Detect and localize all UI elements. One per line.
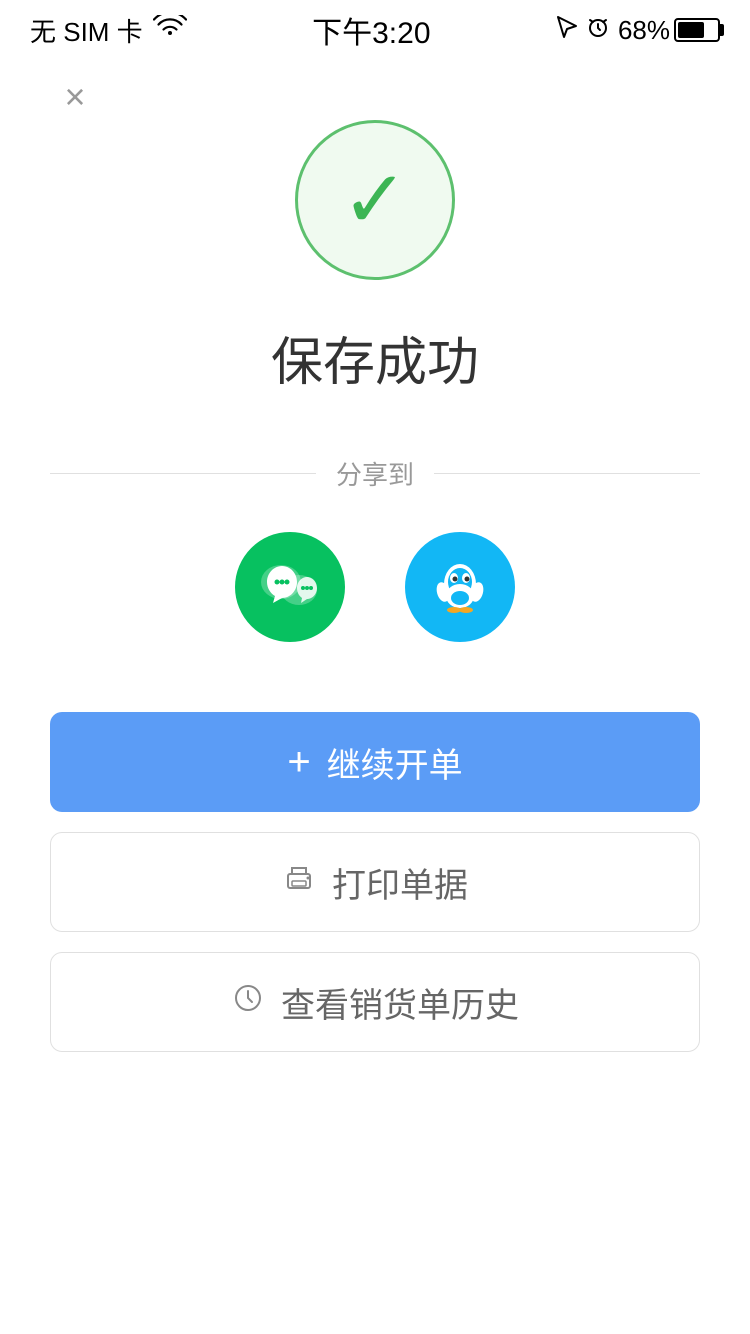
share-icons-row xyxy=(235,532,515,642)
alarm-icon xyxy=(586,15,610,46)
status-left: 无 SIM 卡 xyxy=(30,12,187,49)
view-history-button[interactable]: 查看销货单历史 xyxy=(50,952,700,1052)
continue-order-button[interactable]: + 继续开单 xyxy=(50,712,700,812)
main-content: ✓ 保存成功 分享到 xyxy=(0,60,750,1052)
battery-percentage: 68% xyxy=(618,15,670,46)
continue-order-label: 继续开单 xyxy=(327,738,463,787)
plus-icon: + xyxy=(287,742,310,782)
history-icon xyxy=(231,981,265,1023)
no-sim-text: 无 SIM 卡 xyxy=(30,12,143,49)
battery-container: 68% xyxy=(618,15,720,46)
success-title: 保存成功 xyxy=(271,320,479,395)
close-button[interactable]: × xyxy=(50,72,100,122)
qq-share-button[interactable] xyxy=(405,532,515,642)
print-label: 打印单据 xyxy=(332,858,468,907)
location-icon xyxy=(556,15,578,46)
wifi-icon xyxy=(153,15,187,46)
battery-fill xyxy=(678,22,704,38)
status-bar: 无 SIM 卡 下午3:20 68% xyxy=(0,0,750,60)
status-time: 下午3:20 xyxy=(312,8,430,52)
share-divider: 分享到 xyxy=(0,455,750,492)
print-receipt-button[interactable]: 打印单据 xyxy=(50,832,700,932)
checkmark-icon: ✓ xyxy=(341,160,408,240)
battery-icon xyxy=(674,18,720,42)
success-circle: ✓ xyxy=(295,120,455,280)
share-label: 分享到 xyxy=(316,455,434,492)
divider-left xyxy=(50,473,316,474)
action-buttons: + 继续开单 打印单据 查看销货单历史 xyxy=(0,712,750,1052)
status-right: 68% xyxy=(556,15,720,46)
divider-right xyxy=(434,473,700,474)
history-label: 查看销货单历史 xyxy=(281,978,519,1027)
close-icon: × xyxy=(64,79,85,115)
wechat-share-button[interactable] xyxy=(235,532,345,642)
printer-icon xyxy=(282,861,316,903)
